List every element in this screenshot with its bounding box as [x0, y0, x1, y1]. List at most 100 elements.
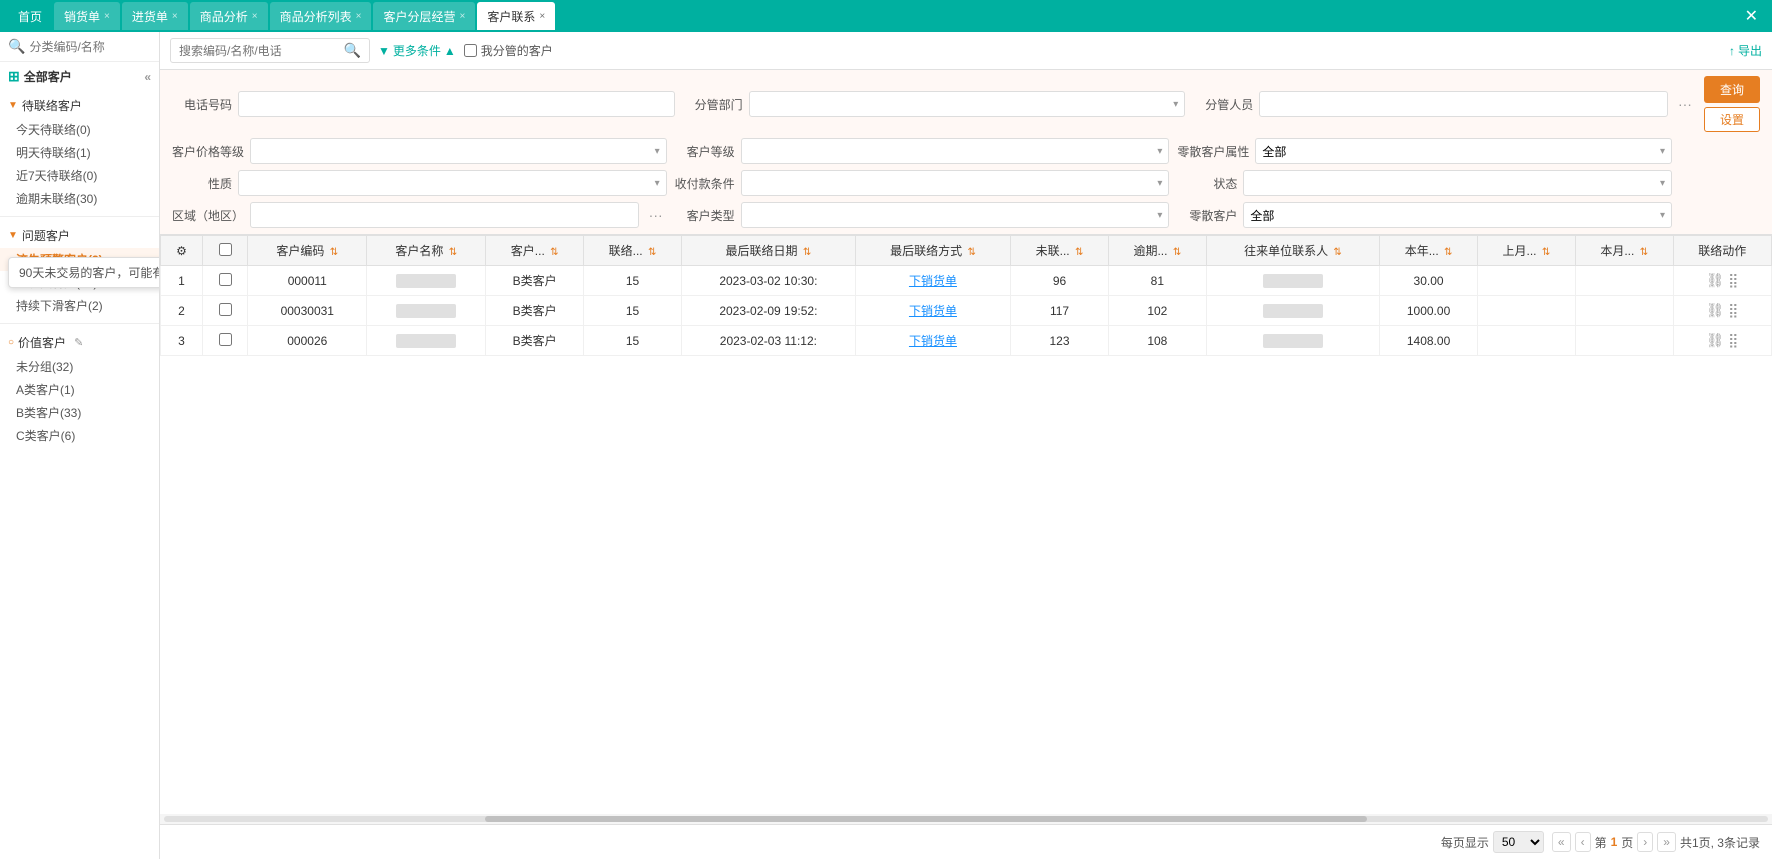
nav-tab-analysis[interactable]: 商品分析 ×	[190, 2, 268, 30]
th-checkbox[interactable]	[202, 236, 247, 266]
th-this-month[interactable]: 本月... ⇅	[1575, 236, 1673, 266]
all-customers-header[interactable]: ⊞ 全部客户 «	[0, 62, 159, 91]
sidebar-item-class-a[interactable]: A类客户(1)	[0, 378, 159, 401]
prev-page-button[interactable]: ‹	[1575, 832, 1591, 852]
grid-action-icon[interactable]: ⣿	[1728, 302, 1738, 319]
settings-button[interactable]: 设置	[1704, 107, 1760, 132]
filter-input-phone[interactable]	[238, 91, 675, 117]
row-checkbox[interactable]	[219, 303, 232, 316]
cell-checkbox[interactable]	[202, 326, 247, 356]
filter-select-region[interactable]	[250, 202, 639, 228]
cell-checkbox[interactable]	[202, 296, 247, 326]
filter-select-price-grade[interactable]: ▾	[250, 138, 667, 164]
main-search-input[interactable]	[179, 44, 344, 58]
sidebar-item-class-c[interactable]: C类客户(6)	[0, 424, 159, 447]
sidebar-group-title-problem[interactable]: ▼ 问题客户	[0, 223, 159, 248]
row-checkbox[interactable]	[219, 333, 232, 346]
my-customer-toggle[interactable]: 我分管的客户	[464, 42, 553, 59]
search-button[interactable]: 🔍	[344, 42, 361, 59]
sidebar-group-title-value[interactable]: ○ 价值客户 ✎	[0, 330, 159, 355]
next-page-button[interactable]: ›	[1637, 832, 1653, 852]
dots-icon-2[interactable]: ···	[645, 207, 667, 223]
nav-tab-crm[interactable]: 客户分层经营 ×	[373, 2, 475, 30]
close-icon[interactable]: ×	[104, 11, 110, 22]
th-this-year[interactable]: 本年... ⇅	[1380, 236, 1478, 266]
sidebar-item-tomorrow[interactable]: 明天待联络(1)	[0, 141, 159, 164]
query-button[interactable]: 查询	[1704, 76, 1760, 103]
th-last-date[interactable]: 最后联络日期 ⇅	[681, 236, 855, 266]
nav-tab-analysis-list[interactable]: 商品分析列表 ×	[270, 2, 372, 30]
sidebar-search-input[interactable]	[29, 40, 160, 54]
nav-home[interactable]: 首页	[8, 2, 52, 30]
nav-tab-customer-contact[interactable]: 客户联系 ×	[477, 2, 555, 30]
chevron-down-icon: ▾	[1157, 178, 1162, 189]
dots-icon[interactable]: ···	[1674, 96, 1696, 112]
filter-select-nature[interactable]: ▾	[238, 170, 667, 196]
grid-action-icon[interactable]: ⣿	[1728, 332, 1738, 349]
th-contact2[interactable]: 往来单位联系人 ⇅	[1206, 236, 1379, 266]
sidebar-item-ungroup[interactable]: 未分组(32)	[0, 355, 159, 378]
th-type[interactable]: 客户... ⇅	[486, 236, 584, 266]
th-uncontacted[interactable]: 未联... ⇅	[1011, 236, 1109, 266]
nav-tab-purchase[interactable]: 进货单 ×	[122, 2, 188, 30]
filter-label-retail-attr: 零散客户属性	[1177, 143, 1249, 160]
cell-last-method[interactable]: 下销货单	[855, 326, 1010, 356]
th-name[interactable]: 客户名称 ⇅	[367, 236, 486, 266]
th-last-method[interactable]: 最后联络方式 ⇅	[855, 236, 1010, 266]
link-icon[interactable]: ⛓	[1706, 332, 1724, 349]
filter-phone: 电话号码	[172, 91, 675, 117]
th-last-month[interactable]: 上月... ⇅	[1477, 236, 1575, 266]
th-settings[interactable]: ⚙	[161, 236, 203, 266]
export-button[interactable]: ↑ 导出	[1729, 42, 1762, 59]
filter-select-person[interactable]	[1259, 91, 1668, 117]
sidebar-group-title-pending[interactable]: ▼ 待联络客户	[0, 93, 159, 118]
link-icon[interactable]: ⛓	[1706, 302, 1724, 319]
sidebar-item-class-b[interactable]: B类客户(33)	[0, 401, 159, 424]
filter-select-customer-grade[interactable]: ▾	[741, 138, 1170, 164]
sidebar-item-declining[interactable]: 持续下滑客户(2)	[0, 294, 159, 317]
close-icon[interactable]: ×	[356, 11, 362, 22]
filter-label-status: 状态	[1177, 175, 1237, 192]
nav-tab-sales[interactable]: 销货单 ×	[54, 2, 120, 30]
filter-select-customer-type[interactable]: ▾	[741, 202, 1170, 228]
sidebar-item-overdue-uncontact[interactable]: 逾期未联络(30)	[0, 187, 159, 210]
scrollbar-area[interactable]	[160, 814, 1772, 824]
sort-icon: ⇅	[1333, 247, 1341, 258]
window-close-button[interactable]: ✕	[1739, 4, 1764, 28]
close-icon[interactable]: ×	[539, 11, 545, 22]
sidebar-item-7days[interactable]: 近7天待联络(0)	[0, 164, 159, 187]
scrollbar-track[interactable]	[164, 816, 1768, 822]
filter-select-retail-attr[interactable]: 全部 ▾	[1255, 138, 1672, 164]
link-icon[interactable]: ⛓	[1706, 272, 1724, 289]
filter-select-status[interactable]: ▾	[1243, 170, 1672, 196]
cell-last-method[interactable]: 下销货单	[855, 296, 1010, 326]
close-icon[interactable]: ×	[172, 11, 178, 22]
scrollbar-thumb[interactable]	[485, 816, 1367, 822]
select-all-checkbox[interactable]	[219, 243, 232, 256]
filter-select-retail-customer[interactable]: 全部 ▾	[1243, 202, 1672, 228]
row-checkbox[interactable]	[219, 273, 232, 286]
cell-last-method[interactable]: 下销货单	[855, 266, 1010, 296]
close-icon[interactable]: ×	[252, 11, 258, 22]
filter-select-dept[interactable]: ▾	[749, 91, 1186, 117]
my-customer-checkbox[interactable]	[464, 44, 477, 57]
sidebar-item-today[interactable]: 今天待联络(0)	[0, 118, 159, 141]
content-area: 🔍 ▼ 更多条件 ▲ 我分管的客户 ↑ 导出 电话号码	[160, 32, 1772, 859]
chevron-down-icon: ▾	[1660, 178, 1665, 189]
chevron-down-icon: ▾	[655, 146, 660, 157]
more-filter-button[interactable]: ▼ 更多条件 ▲	[378, 42, 456, 59]
first-page-button[interactable]: «	[1552, 832, 1571, 852]
close-icon[interactable]: ×	[459, 11, 465, 22]
filter-select-payment[interactable]: ▾	[741, 170, 1170, 196]
per-page-select[interactable]: 50 100 200	[1493, 831, 1544, 853]
pagination-bar: 每页显示 50 100 200 « ‹ 第 1 页 › » 共1页, 3条记录	[160, 824, 1772, 859]
grid-action-icon[interactable]: ⣿	[1728, 272, 1738, 289]
cell-checkbox[interactable]	[202, 266, 247, 296]
th-overdue[interactable]: 逾期... ⇅	[1108, 236, 1206, 266]
th-contact[interactable]: 联络... ⇅	[584, 236, 682, 266]
cell-this-month	[1575, 326, 1673, 356]
sidebar-group-pending: ▼ 待联络客户 今天待联络(0) 明天待联络(1) 近7天待联络(0) 逾期未联…	[0, 91, 159, 212]
th-code[interactable]: 客户编码 ⇅	[248, 236, 367, 266]
last-page-button[interactable]: »	[1657, 832, 1676, 852]
edit-icon[interactable]: ✎	[74, 336, 83, 349]
